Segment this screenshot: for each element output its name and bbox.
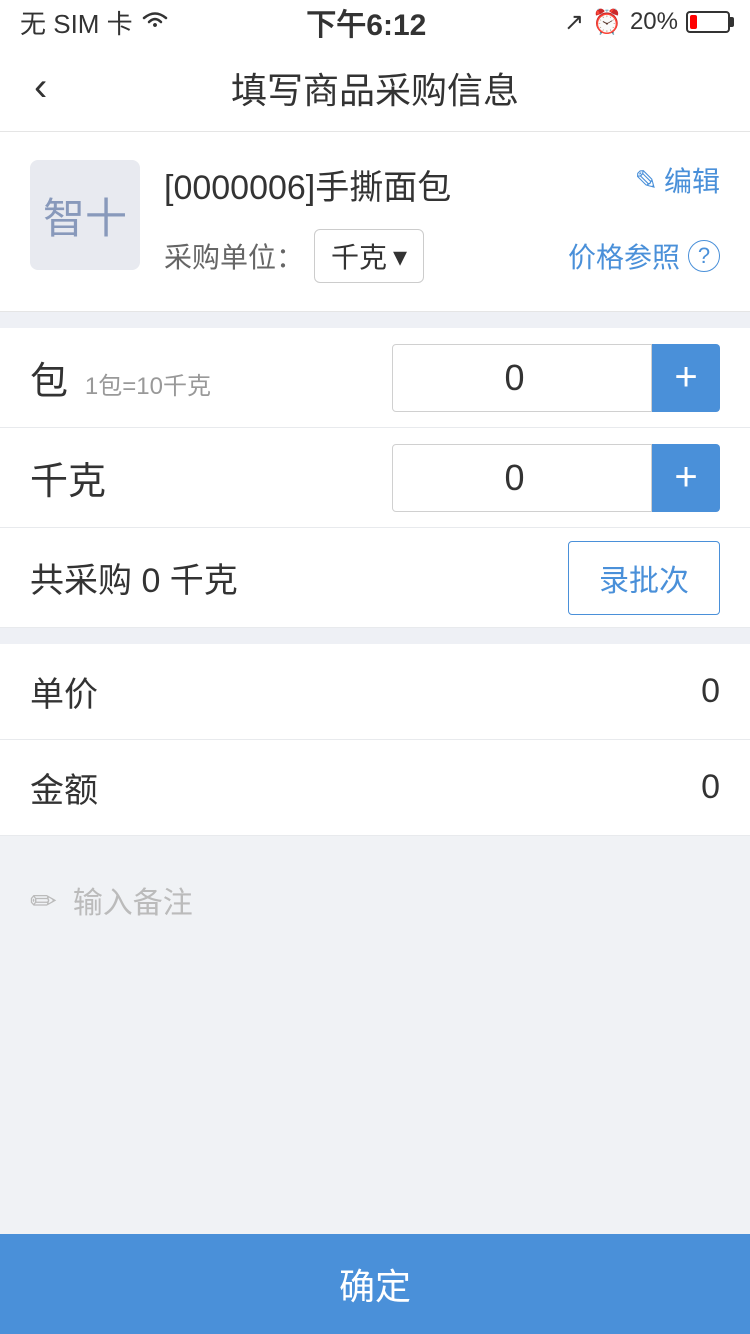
confirm-bar[interactable]: 确定 <box>0 1234 750 1334</box>
unit-selector-group: 采购单位： 千克 ▾ <box>164 229 424 283</box>
product-name: [0000006]手撕面包 <box>164 160 635 209</box>
location-icon: ↗ <box>564 8 584 37</box>
help-icon: ? <box>688 240 720 272</box>
kg-quantity-input[interactable] <box>392 444 652 512</box>
edit-label: 编辑 <box>664 160 720 200</box>
divider-2 <box>0 628 750 644</box>
price-ref-label: 价格参照 <box>568 236 680 276</box>
kg-label: 千克 <box>30 461 106 503</box>
batch-button[interactable]: 录批次 <box>568 541 720 615</box>
amount-label: 金额 <box>30 763 98 812</box>
confirm-button[interactable]: 确定 <box>339 1258 411 1310</box>
status-left: 无 SIM 卡 <box>20 4 169 41</box>
amount-row: 金额 0 <box>0 740 750 836</box>
input-section: 包 1包=10千克 + 千克 + <box>0 328 750 528</box>
bag-plus-button[interactable]: + <box>652 344 720 412</box>
bag-quantity-input[interactable] <box>392 344 652 412</box>
kg-plus-button[interactable]: + <box>652 444 720 512</box>
bag-input-row: 包 1包=10千克 + <box>0 328 750 428</box>
battery-percent: 20% <box>630 8 678 36</box>
battery-icon <box>686 11 730 33</box>
bag-input-right: + <box>211 344 720 412</box>
bag-label: 包 <box>30 361 68 403</box>
status-time: 下午6:12 <box>306 0 426 44</box>
unit-label: 采购单位： <box>164 236 304 276</box>
price-info-section: 单价 0 金额 0 <box>0 644 750 836</box>
page-title: 填写商品采购信息 <box>231 62 519 114</box>
note-placeholder: 输入备注 <box>73 878 193 922</box>
summary-text: 共采购 0 千克 <box>30 553 238 602</box>
alarm-icon: ⏰ <box>592 8 622 37</box>
product-info: [0000006]手撕面包 ✎ 编辑 采购单位： 千克 ▾ 价格参照 ? <box>164 160 720 283</box>
unit-price-row: 单价 0 <box>0 644 750 740</box>
nav-bar: ‹ 填写商品采购信息 <box>0 44 750 132</box>
unit-select[interactable]: 千克 ▾ <box>314 229 424 283</box>
status-right: ↗ ⏰ 20% <box>564 8 730 37</box>
unit-price-value: 0 <box>701 672 720 711</box>
note-section[interactable]: ✏ 输入备注 <box>0 852 750 1192</box>
edit-button[interactable]: ✎ 编辑 <box>635 160 720 200</box>
status-bar: 无 SIM 卡 下午6:12 ↗ ⏰ 20% <box>0 0 750 44</box>
chevron-down-icon: ▾ <box>393 240 407 273</box>
bag-sub-label: 1包=10千克 <box>85 373 211 400</box>
product-header: [0000006]手撕面包 ✎ 编辑 <box>164 160 720 209</box>
pencil-icon: ✏ <box>30 882 57 920</box>
unit-value: 千克 <box>331 236 387 276</box>
no-sim-text: 无 SIM 卡 <box>20 4 133 41</box>
price-ref-button[interactable]: 价格参照 ? <box>568 236 720 276</box>
kg-label-group: 千克 <box>30 450 210 505</box>
wifi-icon <box>141 7 169 38</box>
kg-input-row: 千克 + <box>0 428 750 528</box>
bag-label-group: 包 1包=10千克 <box>30 350 211 405</box>
kg-input-right: + <box>210 444 720 512</box>
unit-price-label: 单价 <box>30 667 98 716</box>
product-logo: 智十 <box>43 185 127 246</box>
divider-1 <box>0 312 750 328</box>
summary-row: 共采购 0 千克 录批次 <box>0 528 750 628</box>
edit-icon: ✎ <box>635 164 658 197</box>
back-button[interactable]: ‹ <box>24 55 57 120</box>
product-image: 智十 <box>30 160 140 270</box>
product-unit-row: 采购单位： 千克 ▾ 价格参照 ? <box>164 229 720 283</box>
amount-value: 0 <box>701 768 720 807</box>
product-card: 智十 [0000006]手撕面包 ✎ 编辑 采购单位： 千克 ▾ 价格参照 ? <box>0 132 750 312</box>
